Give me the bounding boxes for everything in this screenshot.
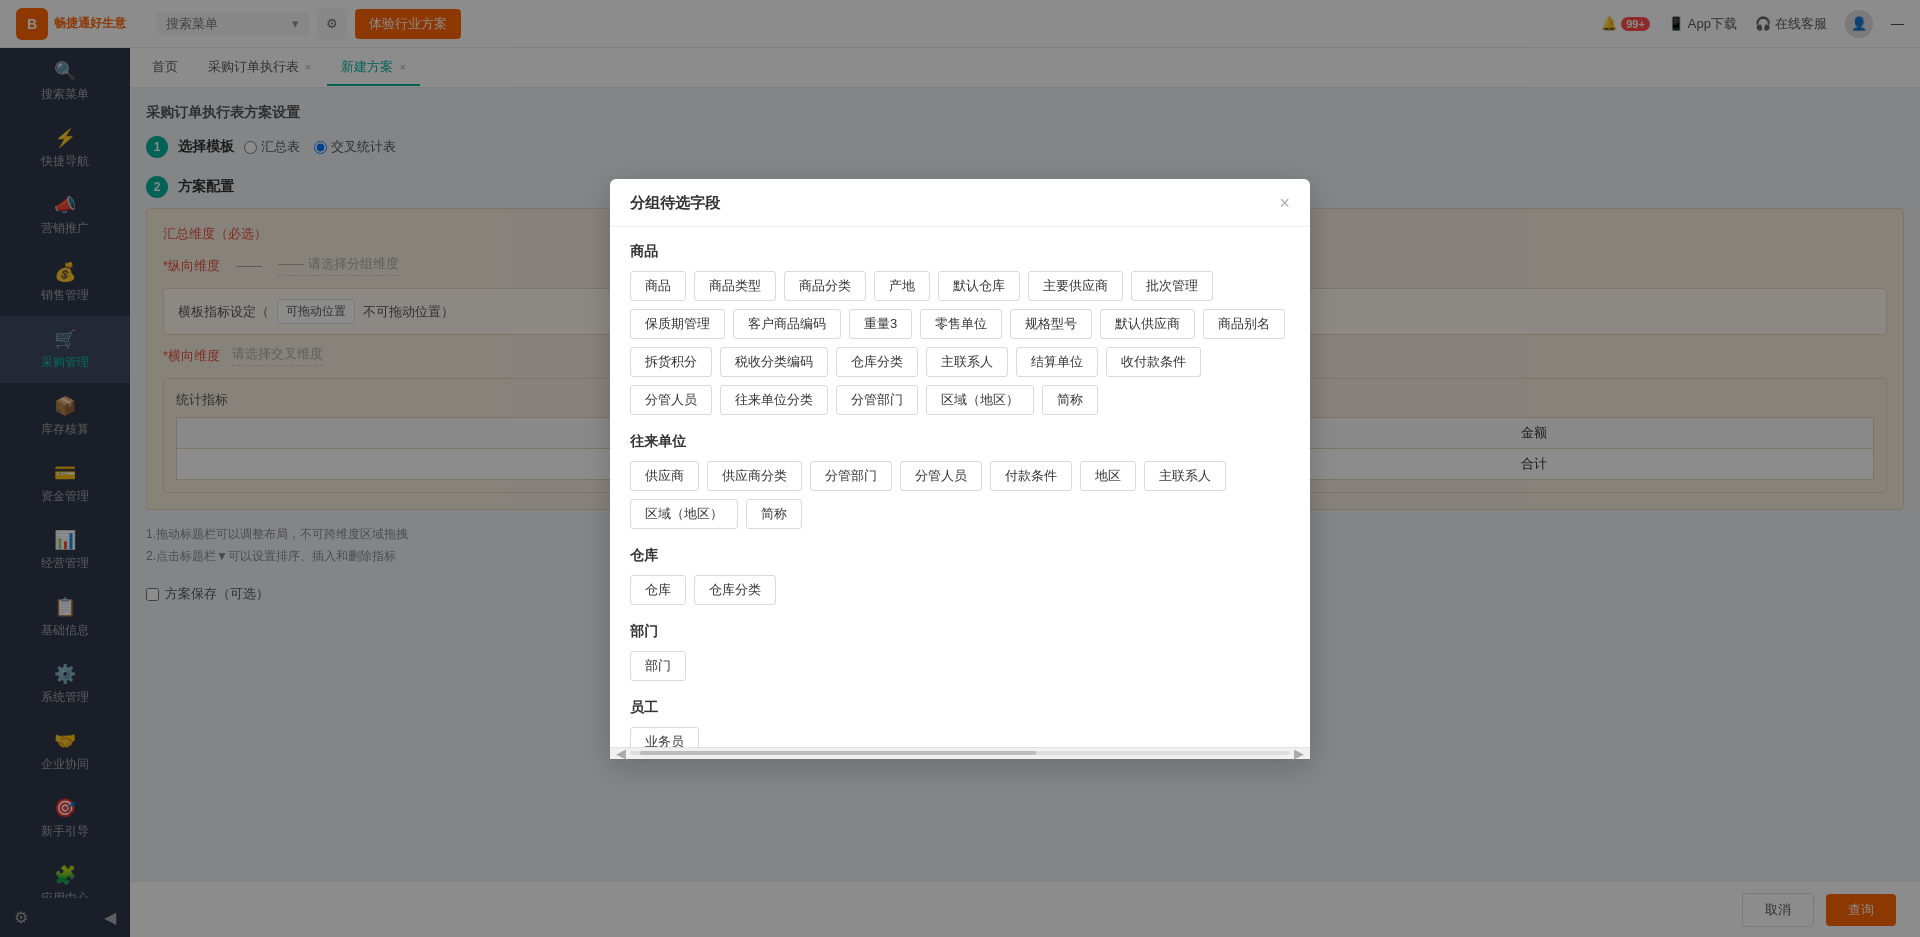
field-tag-2-0[interactable]: 仓库	[630, 575, 686, 605]
modal-close-btn[interactable]: ×	[1279, 193, 1290, 214]
field-tag-1-8[interactable]: 简称	[746, 499, 802, 529]
field-tag-0-24[interactable]: 简称	[1042, 385, 1098, 415]
field-tag-0-17[interactable]: 主联系人	[926, 347, 1008, 377]
field-tag-0-11[interactable]: 规格型号	[1010, 309, 1092, 339]
field-tag-4-0[interactable]: 业务员	[630, 727, 699, 747]
field-tag-0-6[interactable]: 批次管理	[1131, 271, 1213, 301]
field-tag-0-23[interactable]: 区域（地区）	[926, 385, 1034, 415]
field-tag-0-5[interactable]: 主要供应商	[1028, 271, 1123, 301]
field-tag-0-18[interactable]: 结算单位	[1016, 347, 1098, 377]
field-tag-0-14[interactable]: 拆货积分	[630, 347, 712, 377]
field-group-title-0: 商品	[630, 243, 1290, 261]
field-tag-0-16[interactable]: 仓库分类	[836, 347, 918, 377]
scrollbar-track	[630, 751, 1290, 755]
field-group-title-2: 仓库	[630, 547, 1290, 565]
field-tags-0: 商品商品类型商品分类产地默认仓库主要供应商批次管理保质期管理客户商品编码重量3 零…	[630, 271, 1290, 415]
field-tag-3-0[interactable]: 部门	[630, 651, 686, 681]
modal-box: 分组待选字段 × 商品商品商品类型商品分类产地默认仓库主要供应商批次管理保质期管…	[610, 179, 1310, 759]
field-tag-0-13[interactable]: 商品别名	[1203, 309, 1285, 339]
modal-header: 分组待选字段 ×	[610, 179, 1310, 227]
field-tag-1-0[interactable]: 供应商	[630, 461, 699, 491]
field-tag-0-10[interactable]: 零售单位	[920, 309, 1002, 339]
field-tag-2-1[interactable]: 仓库分类	[694, 575, 776, 605]
field-tag-1-1[interactable]: 供应商分类	[707, 461, 802, 491]
field-tag-0-21[interactable]: 往来单位分类	[720, 385, 828, 415]
field-tag-0-4[interactable]: 默认仓库	[938, 271, 1020, 301]
field-group-title-4: 员工	[630, 699, 1290, 717]
field-tag-0-15[interactable]: 税收分类编码	[720, 347, 828, 377]
field-tag-1-7[interactable]: 区域（地区）	[630, 499, 738, 529]
field-tag-1-3[interactable]: 分管人员	[900, 461, 982, 491]
field-group-title-3: 部门	[630, 623, 1290, 641]
field-tags-4: 业务员	[630, 727, 1290, 747]
field-tag-0-1[interactable]: 商品类型	[694, 271, 776, 301]
modal-body: 商品商品商品类型商品分类产地默认仓库主要供应商批次管理保质期管理客户商品编码重量…	[610, 227, 1310, 747]
field-tag-0-19[interactable]: 收付款条件	[1106, 347, 1201, 377]
field-tag-0-12[interactable]: 默认供应商	[1100, 309, 1195, 339]
field-tag-0-7[interactable]: 保质期管理	[630, 309, 725, 339]
field-tag-1-6[interactable]: 主联系人	[1144, 461, 1226, 491]
field-group-2: 仓库仓库仓库分类	[630, 547, 1290, 605]
field-tag-0-20[interactable]: 分管人员	[630, 385, 712, 415]
modal-overlay: 分组待选字段 × 商品商品商品类型商品分类产地默认仓库主要供应商批次管理保质期管…	[0, 0, 1920, 937]
field-group-0: 商品商品商品类型商品分类产地默认仓库主要供应商批次管理保质期管理客户商品编码重量…	[630, 243, 1290, 415]
field-tag-1-2[interactable]: 分管部门	[810, 461, 892, 491]
field-group-3: 部门部门	[630, 623, 1290, 681]
field-tag-0-2[interactable]: 商品分类	[784, 271, 866, 301]
field-tag-0-0[interactable]: 商品	[630, 271, 686, 301]
scroll-right-arrow[interactable]: ▶	[1290, 746, 1308, 761]
field-tags-3: 部门	[630, 651, 1290, 681]
field-tags-1: 供应商供应商分类分管部门分管人员付款条件地区主联系人区域（地区） 简称	[630, 461, 1290, 529]
field-tag-1-5[interactable]: 地区	[1080, 461, 1136, 491]
field-tag-0-3[interactable]: 产地	[874, 271, 930, 301]
field-tag-0-9[interactable]: 重量3	[849, 309, 912, 339]
field-tag-0-22[interactable]: 分管部门	[836, 385, 918, 415]
modal-title: 分组待选字段	[630, 194, 720, 213]
field-group-4: 员工业务员	[630, 699, 1290, 747]
modal-bottom-scrollbar[interactable]: ◀ ▶	[610, 747, 1310, 759]
field-tag-0-8[interactable]: 客户商品编码	[733, 309, 841, 339]
field-tag-1-4[interactable]: 付款条件	[990, 461, 1072, 491]
field-group-title-1: 往来单位	[630, 433, 1290, 451]
scroll-left-arrow[interactable]: ◀	[612, 746, 630, 761]
field-group-1: 往来单位供应商供应商分类分管部门分管人员付款条件地区主联系人区域（地区） 简称	[630, 433, 1290, 529]
field-tags-2: 仓库仓库分类	[630, 575, 1290, 605]
scrollbar-thumb	[640, 751, 1036, 755]
